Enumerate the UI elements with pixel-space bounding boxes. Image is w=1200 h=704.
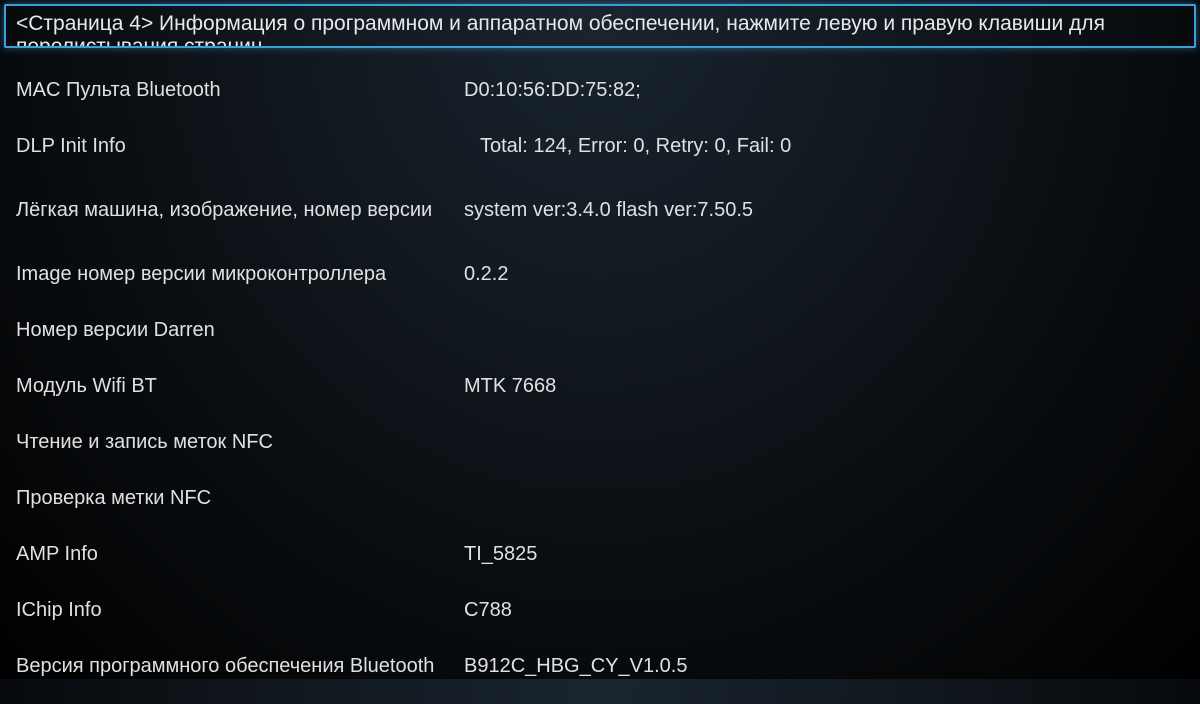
info-row-bt-sw-version: Версия программного обеспечения Bluetoot… xyxy=(16,638,1184,694)
info-row-darren: Номер версии Darren xyxy=(16,302,1184,358)
info-label: IChip Info xyxy=(16,597,456,623)
info-row-image-mcu: Image номер версии микроконтроллера 0.2.… xyxy=(16,246,1184,302)
info-label: Модуль Wifi BT xyxy=(16,373,456,399)
info-label: MAC Пульта Bluetooth xyxy=(16,77,456,103)
info-value: system ver:3.4.0 flash ver:7.50.5 xyxy=(456,199,753,222)
info-label: AMP Info xyxy=(16,541,456,567)
info-row-nfc-rw: Чтение и запись меток NFC xyxy=(16,414,1184,470)
page-header: <Страница 4> Информация о программном и … xyxy=(4,4,1196,48)
info-value: Total: 124, Error: 0, Retry: 0, Fail: 0 xyxy=(456,135,791,158)
info-label: DLP Init Info xyxy=(16,133,456,159)
info-row-mac-bluetooth: MAC Пульта Bluetooth D0:10:56:DD:75:82; xyxy=(16,62,1184,118)
info-label: Номер версии Darren xyxy=(16,317,456,343)
info-label: Проверка метки NFC xyxy=(16,485,456,511)
info-label: Версия программного обеспечения Bluetoot… xyxy=(16,653,456,679)
info-row-ichip: IChip Info C788 xyxy=(16,582,1184,638)
info-value: C788 xyxy=(456,599,512,622)
info-value: TI_5825 xyxy=(456,543,537,566)
info-label: Лёгкая машина, изображение, номер версии xyxy=(16,197,456,223)
info-value: D0:10:56:DD:75:82; xyxy=(456,79,641,102)
info-row-light-machine: Лёгкая машина, изображение, номер версии… xyxy=(16,174,1184,246)
info-row-wifi-bt: Модуль Wifi BT MTK 7668 xyxy=(16,358,1184,414)
info-list: MAC Пульта Bluetooth D0:10:56:DD:75:82; … xyxy=(0,52,1200,704)
info-label: Image номер версии микроконтроллера xyxy=(16,261,456,287)
info-value: B912C_HBG_CY_V1.0.5 xyxy=(456,655,687,678)
page-title: <Страница 4> Информация о программном и … xyxy=(16,12,1184,48)
info-value: 0.2.2 xyxy=(456,263,508,286)
info-row-amp: AMP Info TI_5825 xyxy=(16,526,1184,582)
info-row-nfc-check: Проверка метки NFC xyxy=(16,470,1184,526)
info-label: Чтение и запись меток NFC xyxy=(16,429,456,455)
info-row-dlp-init: DLP Init Info Total: 124, Error: 0, Retr… xyxy=(16,118,1184,174)
info-value: MTK 7668 xyxy=(456,375,556,398)
